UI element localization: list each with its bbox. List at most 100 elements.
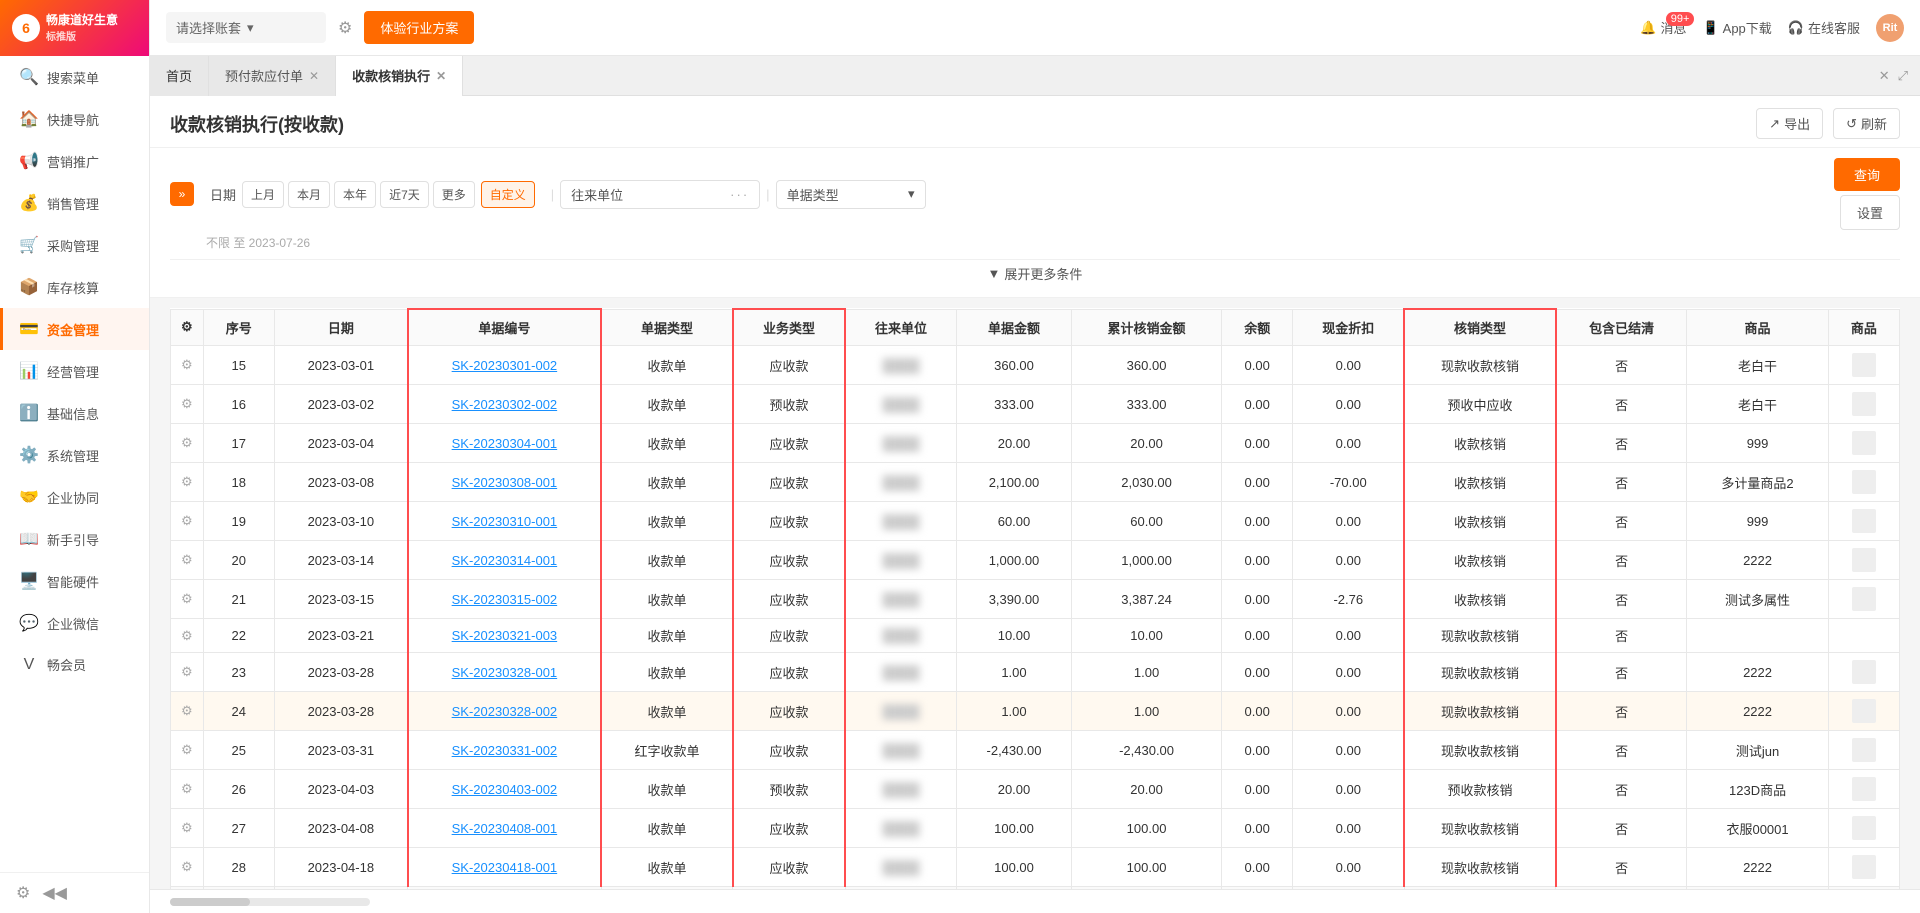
row-bill-no[interactable]: SK-20230408-001 [408,809,601,848]
filter-toggle-btn[interactable]: » [170,182,194,206]
row-goods: 测试多属性 [1687,580,1828,619]
row-include-settled: 否 [1556,770,1687,809]
tab-label-prepay: 预付款应付单 [225,66,303,85]
sidebar-item-purchase[interactable]: 🛒采购管理 [0,224,149,266]
maximize-icon[interactable]: ⤢ [1898,68,1908,84]
sidebar-item-search[interactable]: 🔍搜索菜单 [0,56,149,98]
collapse-icon[interactable]: ◀◀ [42,883,67,903]
filter-settings-button[interactable]: 设置 [1840,195,1900,230]
row-goods: 衣服00001 [1687,809,1828,848]
bill-no-link[interactable]: SK-20230315-002 [452,592,558,607]
topbar-gear-icon[interactable]: ⚙ [338,18,352,38]
row-bill-no[interactable]: SK-20230331-002 [408,731,601,770]
bill-no-link[interactable]: SK-20230301-002 [452,358,558,373]
row-cancel-type: 现款收款核销 [1404,653,1556,692]
tab-collection[interactable]: 收款核销执行✕ [336,56,463,96]
row-bill-no[interactable]: SK-20230315-002 [408,580,601,619]
row-balance: 0.00 [1222,580,1293,619]
date-btn-近7天[interactable]: 近7天 [380,181,429,208]
date-btn-本月[interactable]: 本月 [288,181,330,208]
sidebar-item-sales[interactable]: 💰销售管理 [0,182,149,224]
row-unit: ████ [845,346,956,385]
bill-no-link[interactable]: SK-20230321-003 [452,628,558,643]
date-btn-上月[interactable]: 上月 [242,181,284,208]
row-bill-no[interactable]: SK-20230308-001 [408,463,601,502]
sidebar-icon-quick: 🏠 [19,109,39,129]
notifications-btn[interactable]: 🔔 消息 99+ [1640,18,1686,37]
row-bill-no[interactable]: SK-20230314-001 [408,541,601,580]
table-row: ⚙172023-03-04SK-20230304-001收款单应收款████20… [171,424,1900,463]
col-header-date: 日期 [274,309,407,346]
tab-prepay[interactable]: 预付款应付单 ✕ [209,56,336,96]
user-avatar[interactable]: Rit [1876,14,1904,42]
app-download-btn[interactable]: 📱 App下载 [1702,18,1771,37]
settings-icon[interactable]: ⚙ [16,883,30,903]
query-button[interactable]: 查询 [1834,158,1900,191]
sidebar-item-wechat[interactable]: 💬企业微信 [0,602,149,644]
tab-close-collection[interactable]: ✕ [436,69,446,83]
refresh-button[interactable]: ↺ 刷新 [1833,108,1900,139]
row-cancel-total: 100.00 [1072,809,1222,848]
row-cash-discount: 0.00 [1293,770,1404,809]
row-bill-no[interactable]: SK-20230304-001 [408,424,601,463]
sidebar-item-guide[interactable]: 📖新手引导 [0,518,149,560]
unit-filter-input[interactable]: 往来单位 ··· [560,180,760,209]
row-bill-no[interactable]: SK-20230418-001 [408,848,601,887]
row-amount: 10.00 [956,619,1071,653]
close-all-icon[interactable]: ✕ [1879,68,1890,84]
date-btn-更多[interactable]: 更多 [433,181,475,208]
solution-button[interactable]: 体验行业方案 [364,11,474,44]
bill-no-link[interactable]: SK-20230403-002 [452,782,558,797]
row-goods: 2222 [1687,692,1828,731]
row-bill-no[interactable]: SK-20230310-001 [408,502,601,541]
table-footer-bar [150,889,1920,913]
sidebar-item-finance[interactable]: 💳资金管理 [0,308,149,350]
sidebar-item-inventory[interactable]: 📦库存核算 [0,266,149,308]
bill-no-link[interactable]: SK-20230328-001 [452,665,558,680]
sidebar-item-corp[interactable]: 🤝企业协同 [0,476,149,518]
bill-no-link[interactable]: SK-20230310-001 [452,514,558,529]
bill-no-link[interactable]: SK-20230314-001 [452,553,558,568]
sidebar-item-quick[interactable]: 🏠快捷导航 [0,98,149,140]
date-btn-本年[interactable]: 本年 [334,181,376,208]
row-cash-discount: -2.76 [1293,580,1404,619]
bill-no-link[interactable]: SK-20230302-002 [452,397,558,412]
sidebar-item-member[interactable]: V畅会员 [0,644,149,685]
col-header-cancel_total: 累计核销金额 [1072,309,1222,346]
row-biz-type: 应收款 [733,541,845,580]
bill-no-link[interactable]: SK-20230418-001 [452,860,558,875]
custom-date-btn[interactable]: 自定义 [481,181,535,208]
expand-filters-btn[interactable]: ▼ 展开更多条件 [170,259,1900,287]
row-biz-type: 应收款 [733,580,845,619]
sidebar-item-system[interactable]: ⚙️系统管理 [0,434,149,476]
sidebar-icon-finance: 💳 [19,319,39,339]
row-bill-no[interactable]: SK-20230301-002 [408,346,601,385]
bill-no-link[interactable]: SK-20230308-001 [452,475,558,490]
table-row: ⚙212023-03-15SK-20230315-002收款单应收款████3,… [171,580,1900,619]
sidebar-item-hardware[interactable]: 🖥️智能硬件 [0,560,149,602]
row-bill-no[interactable]: SK-20230328-002 [408,692,601,731]
account-selector[interactable]: 请选择账套 ▾ [166,12,326,43]
topbar: 请选择账套 ▾ ⚙ 体验行业方案 🔔 消息 99+ 📱 App下载 🎧 在线客服… [150,0,1920,56]
online-service-btn[interactable]: 🎧 在线客服 [1788,18,1860,37]
bill-no-link[interactable]: SK-20230304-001 [452,436,558,451]
row-bill-no[interactable]: SK-20230302-002 [408,385,601,424]
sidebar-item-marketing[interactable]: 📢营销推广 [0,140,149,182]
row-bill-no[interactable]: SK-20230321-003 [408,619,601,653]
row-bill-type: 红字收款单 [601,731,733,770]
export-button[interactable]: ↗ 导出 [1756,108,1823,139]
row-bill-no[interactable]: SK-20230328-001 [408,653,601,692]
sidebar-item-ops[interactable]: 📊经营管理 [0,350,149,392]
row-amount: 360.00 [956,346,1071,385]
tab-home[interactable]: 首页 [150,56,209,96]
bill-type-select[interactable]: 单据类型 ▾ [776,180,926,209]
row-bill-no[interactable]: SK-20230403-002 [408,770,601,809]
row-goods: 老白干 [1687,346,1828,385]
tab-close-prepay[interactable]: ✕ [309,69,319,83]
sidebar-item-basic[interactable]: ℹ️基础信息 [0,392,149,434]
bill-no-link[interactable]: SK-20230408-001 [452,821,558,836]
horizontal-scrollbar[interactable] [170,898,370,906]
bill-no-link[interactable]: SK-20230331-002 [452,743,558,758]
sidebar-bottom: ⚙ ◀◀ [0,872,149,913]
bill-no-link[interactable]: SK-20230328-002 [452,704,558,719]
